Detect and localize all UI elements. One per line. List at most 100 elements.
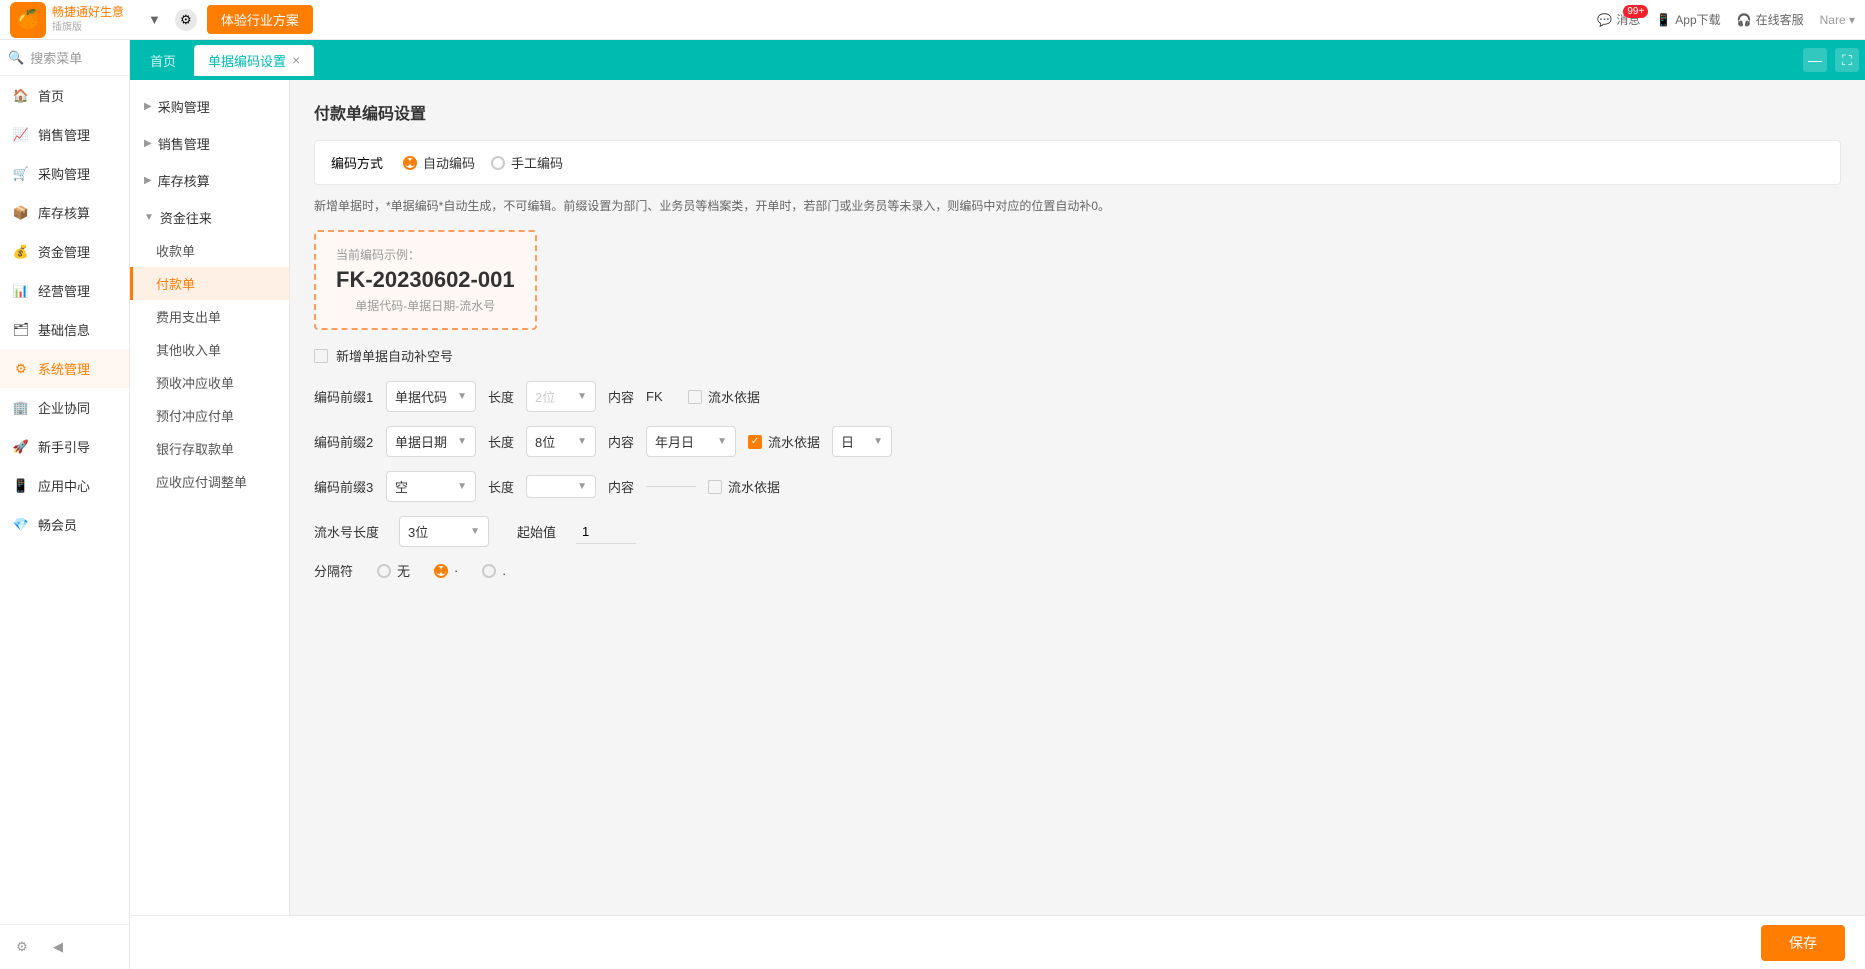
message-btn[interactable]: 💬 消息 99+	[1597, 11, 1640, 28]
code-preview-box: 当前编码示例： FK-20230602-001 单据代码-单据日期-流水号	[314, 230, 537, 330]
sidebar-collapse-btn[interactable]: ◀	[44, 933, 72, 961]
sidebar-item-operations[interactable]: 📊 经营管理	[0, 271, 129, 310]
sidebar-item-member[interactable]: 💎 畅会员	[0, 505, 129, 544]
sidebar: 🔍 搜索菜单 🏠 首页 📈 销售管理 🛒 采购管理 📦 库存核算 💰 资金管理 …	[0, 40, 130, 969]
subnav-item-other-income[interactable]: 其他收入单	[130, 333, 289, 366]
tab-home[interactable]: 首页	[136, 45, 190, 76]
settings-icon[interactable]: ⚙	[175, 9, 197, 31]
tab-maximize-btn[interactable]: ⛶	[1835, 48, 1859, 72]
start-value-input[interactable]: 1	[576, 520, 636, 544]
tab-close-btn[interactable]: ×	[292, 53, 300, 67]
system-icon: ⚙	[12, 360, 30, 378]
encoding-method-section: 编码方式 自动编码 手工编码	[314, 140, 1841, 185]
user-avatar[interactable]: Nare ▾	[1820, 13, 1855, 27]
chevron-down-icon: ▼	[144, 212, 154, 223]
finance-icon: 💰	[12, 243, 30, 261]
code-preview-label: 当前编码示例：	[336, 246, 515, 263]
sidebar-item-sales[interactable]: 📈 销售管理	[0, 115, 129, 154]
top-bar: 🍊 畅捷通好生意 插旗版 ▼ ⚙ 体验行业方案 💬 消息 99+ 📱 App下载…	[0, 0, 1865, 40]
member-icon: 💎	[12, 516, 30, 534]
prefix3-serial-checkbox[interactable]	[708, 480, 722, 494]
subnav-group-inventory-title[interactable]: ▶ 库存核算	[130, 164, 289, 197]
sidebar-settings-btn[interactable]: ⚙	[8, 933, 36, 961]
inventory-icon: 📦	[12, 204, 30, 222]
subnav-item-receipt[interactable]: 收款单	[130, 234, 289, 267]
sidebar-item-apps[interactable]: 📱 应用中心	[0, 466, 129, 505]
trial-btn[interactable]: 体验行业方案	[207, 5, 313, 34]
enterprise-icon: 🏢	[12, 399, 30, 417]
sidebar-item-base[interactable]: 🗂 基础信息	[0, 310, 129, 349]
prefix1-select[interactable]: 单据代码 ▼	[386, 381, 476, 412]
info-text: 新增单据时，*单据编码*自动生成，不可编辑。前缀设置为部门、业务员等档案类，开单…	[314, 197, 1841, 216]
subnav-group-inventory: ▶ 库存核算	[130, 164, 289, 197]
subnav-item-expense[interactable]: 费用支出单	[130, 300, 289, 333]
subnav-item-bank[interactable]: 银行存取款单	[130, 432, 289, 465]
subnav-item-payment[interactable]: 付款单	[130, 267, 289, 300]
serial-length-label: 流水号长度	[314, 522, 379, 541]
config-row-prefix2: 编码前缀2 单据日期 ▼ 长度 8位 ▼ 内容 年月日 ▼	[314, 426, 1841, 457]
app-download-btn[interactable]: 📱 App下载	[1656, 11, 1720, 28]
tabs-bar: 首页 单据编码设置 × — ⛶	[130, 40, 1865, 80]
logo-text: 畅捷通好生意 插旗版	[52, 5, 124, 34]
serial-length-select[interactable]: 3位 ▼	[399, 516, 489, 547]
sidebar-item-system[interactable]: ⚙ 系统管理	[0, 349, 129, 388]
subnav-item-pre-receipt[interactable]: 预收冲应收单	[130, 366, 289, 399]
prefix2-serial-unit-select[interactable]: 日 ▼	[832, 426, 892, 457]
logo-icon: 🍊	[10, 2, 46, 38]
base-icon: 🗂	[12, 321, 30, 339]
prefix3-select[interactable]: 空 ▼	[386, 471, 476, 502]
tab-minimize-btn[interactable]: —	[1803, 48, 1827, 72]
search-icon: 🔍	[8, 50, 24, 66]
auto-fill-label: 新增单据自动补空号	[336, 346, 453, 365]
subnav-item-pre-payment[interactable]: 预付冲应付单	[130, 399, 289, 432]
separator-row: 分隔符 无 · .	[314, 561, 1841, 580]
tab-settings[interactable]: 单据编码设置 ×	[194, 45, 314, 76]
prefix3-length-arrow: ▼	[577, 481, 587, 492]
prefix3-content-value	[646, 486, 696, 487]
subnav-group-sales-title[interactable]: ▶ 销售管理	[130, 127, 289, 160]
sidebar-item-finance[interactable]: 💰 资金管理	[0, 232, 129, 271]
search-menu-btn[interactable]: 🔍 搜索菜单	[0, 40, 129, 76]
separator-label: 分隔符	[314, 561, 353, 580]
sidebar-item-enterprise[interactable]: 🏢 企业协同	[0, 388, 129, 427]
sidebar-item-guide[interactable]: 🚀 新手引导	[0, 427, 129, 466]
prefix2-content-select[interactable]: 年月日 ▼	[646, 426, 736, 457]
sep-dot2-radio[interactable]: .	[482, 563, 506, 578]
service-icon: 🎧	[1737, 13, 1752, 27]
sep-dot1-radio[interactable]: ·	[434, 563, 458, 578]
subnav-group-capital-title[interactable]: ▼ 资金往来	[130, 201, 289, 234]
prefix1-serial-checkbox[interactable]	[688, 390, 702, 404]
subnav-item-adjust[interactable]: 应收应付调整单	[130, 465, 289, 498]
prefix1-content-label: 内容	[608, 387, 634, 406]
nav-dropdown[interactable]: ▼	[140, 8, 169, 31]
manual-code-radio[interactable]: 手工编码	[491, 153, 563, 172]
guide-icon: 🚀	[12, 438, 30, 456]
prefix2-length-select[interactable]: 8位 ▼	[526, 426, 596, 457]
online-service-btn[interactable]: 🎧 在线客服	[1737, 11, 1804, 28]
prefix2-select[interactable]: 单据日期 ▼	[386, 426, 476, 457]
sidebar-bottom: ⚙ ◀	[0, 924, 129, 969]
auto-fill-checkbox[interactable]	[314, 349, 328, 363]
prefix2-length-arrow: ▼	[577, 436, 587, 447]
purchase-icon: 🛒	[12, 165, 30, 183]
prefix1-dropdown-arrow: ▼	[457, 391, 467, 402]
sep-none-radio[interactable]: 无	[377, 561, 410, 580]
auto-code-radio[interactable]: 自动编码	[403, 153, 475, 172]
prefix1-length-arrow: ▼	[577, 391, 587, 402]
prefix1-length-select[interactable]: 2位 ▼	[526, 381, 596, 412]
sidebar-item-inventory[interactable]: 📦 库存核算	[0, 193, 129, 232]
subnav-group-purchase-title[interactable]: ▶ 采购管理	[130, 90, 289, 123]
prefix1-label: 编码前缀1	[314, 387, 374, 406]
prefix2-serial-checkbox[interactable]: ✓	[748, 435, 762, 449]
prefix3-length-select[interactable]: ▼	[526, 475, 596, 498]
prefix1-length-label: 长度	[488, 387, 514, 406]
serial-length-row: 流水号长度 3位 ▼ 起始值 1	[314, 516, 1841, 547]
sidebar-item-purchase[interactable]: 🛒 采购管理	[0, 154, 129, 193]
sidebar-item-home[interactable]: 🏠 首页	[0, 76, 129, 115]
subnav-group-capital: ▼ 资金往来 收款单 付款单 费用支出单 其他收入单	[130, 201, 289, 498]
config-row-prefix1: 编码前缀1 单据代码 ▼ 长度 2位 ▼ 内容 FK 流水依据	[314, 381, 1841, 412]
page-title: 付款单编码设置	[314, 100, 1841, 124]
main-layout: 🔍 搜索菜单 🏠 首页 📈 销售管理 🛒 采购管理 📦 库存核算 💰 资金管理 …	[0, 40, 1865, 969]
save-button[interactable]: 保存	[1761, 925, 1845, 961]
prefix2-label: 编码前缀2	[314, 432, 374, 451]
